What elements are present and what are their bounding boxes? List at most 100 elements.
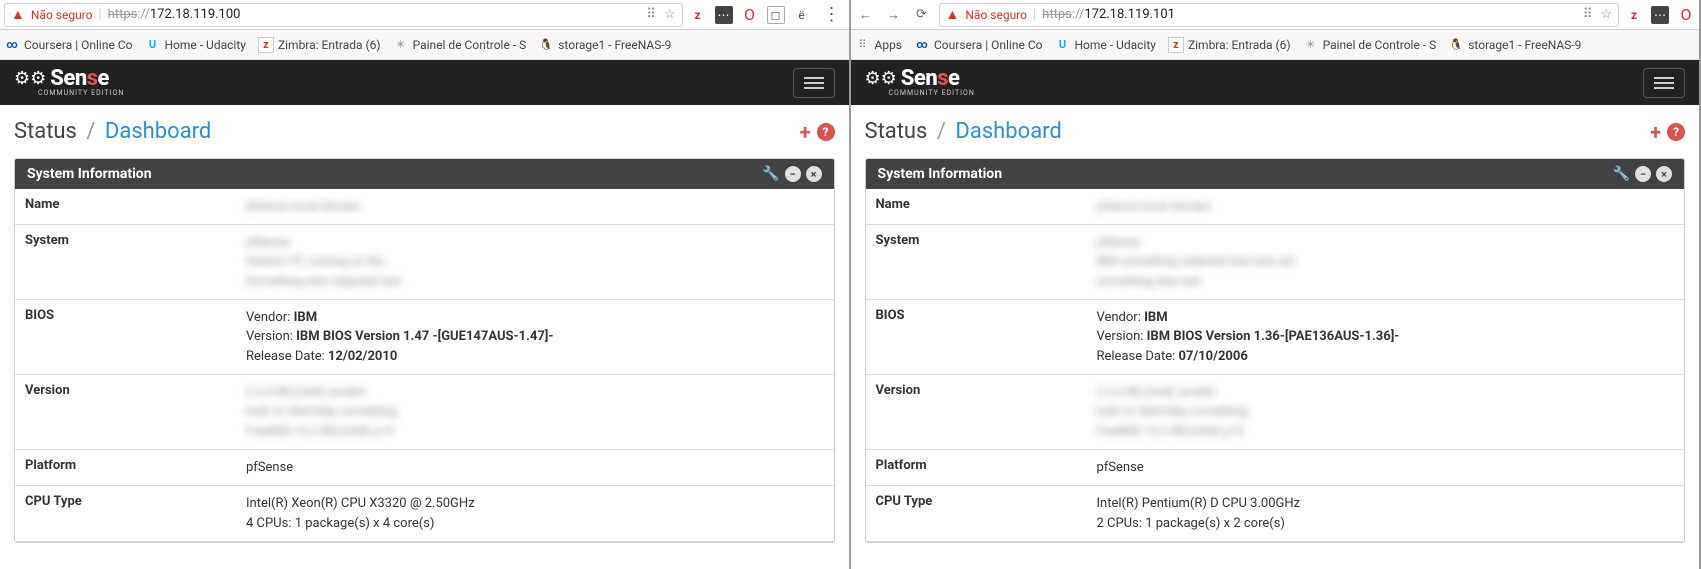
ext-z-icon[interactable]: z [1625, 6, 1643, 24]
url-input[interactable]: ▲Não seguro|https://172.18.119.101⠿☆ [939, 3, 1620, 27]
ext-gnu-icon[interactable]: ë [793, 6, 811, 24]
row-label: System [866, 225, 1087, 300]
bookmark-favicon-icon: U [144, 37, 160, 53]
table-row: BIOSVendor: IBMVersion: IBM BIOS Version… [866, 299, 1685, 375]
system-info-table: Namepfsense local domainSystempfSenseIBM… [866, 189, 1685, 542]
add-widget-button[interactable]: + [1650, 120, 1661, 144]
bookmark-item[interactable]: ✳Painel de Controle - S [393, 37, 527, 53]
bookmark-favicon-icon: z [1168, 37, 1184, 53]
table-row: Version2.3.4 RELEASE amd64built on Wed M… [15, 375, 834, 450]
bookmark-label: Home - Udacity [164, 38, 245, 52]
translate-icon[interactable]: ⠿ [1583, 7, 1593, 22]
minimize-icon[interactable]: − [785, 166, 801, 182]
bookmark-favicon-icon: U [1054, 37, 1070, 53]
nav-back-button[interactable]: ← [855, 4, 877, 26]
bookmark-item[interactable]: 🐧 storage1 - FreeNAS-9 [538, 37, 671, 53]
url-protocol: https [108, 7, 138, 22]
browser-menu-button[interactable]: ⋮ [819, 4, 845, 25]
add-widget-button[interactable]: + [800, 120, 811, 144]
close-icon[interactable]: × [1656, 166, 1672, 182]
bookmark-favicon-icon: ✳ [393, 37, 409, 53]
table-row: PlatformpfSense [866, 449, 1685, 486]
apps-button[interactable]: ⠿Apps [855, 37, 903, 53]
row-value: Intel(R) Xeon(R) CPU X3320 @ 2.50GHz4 CP… [236, 486, 834, 542]
star-icon[interactable]: ☆ [664, 7, 676, 22]
bookmark-item[interactable]: ∞Coursera | Online Co [4, 37, 132, 53]
breadcrumb-active[interactable]: Dashboard [955, 119, 1061, 144]
row-label: BIOS [866, 299, 1087, 375]
table-row: Version2.3.4 RELEASE amd64built on Wed M… [866, 375, 1685, 450]
system-info-panel: System Information 🔧−× Namepfsense local d… [865, 158, 1686, 543]
ext-menu-icon[interactable]: ⋯ [715, 6, 733, 24]
bookmark-label: Coursera | Online Co [934, 38, 1042, 52]
help-button[interactable]: ? [1667, 123, 1685, 141]
table-row: PlatformpfSense [15, 449, 834, 486]
panel-title: System Information [27, 166, 152, 182]
row-label: CPU Type [866, 486, 1087, 542]
ext-opera-icon[interactable]: O [741, 6, 759, 24]
hamburger-menu-button[interactable] [1643, 68, 1685, 98]
table-row: Namepfsense local domain [866, 189, 1685, 225]
page-header: Status / Dashboard+? [14, 119, 835, 144]
ext-z-icon[interactable]: z [689, 6, 707, 24]
bookmark-favicon-icon: ∞ [914, 37, 930, 53]
bookmark-label: Coursera | Online Co [24, 38, 132, 52]
logo-gears-icon: ⚙⚙ [14, 70, 46, 88]
logo-gears-icon: ⚙⚙ [865, 70, 897, 88]
panel-title: System Information [878, 166, 1003, 182]
bookmark-item[interactable]: U Home - Udacity [1054, 37, 1155, 53]
bookmark-label: Home - Udacity [1074, 38, 1155, 52]
hamburger-menu-button[interactable] [793, 68, 835, 98]
ext-opera-icon[interactable]: O [1677, 6, 1695, 24]
warning-triangle-icon: ▲ [946, 6, 960, 23]
row-value: pfSenseGeneric PC running on theSomethin… [236, 225, 834, 300]
insecure-label: Não seguro [965, 8, 1027, 22]
breadcrumb-root[interactable]: Status [865, 119, 928, 144]
bookmark-label: Painel de Controle - S [1323, 38, 1437, 52]
minimize-icon[interactable]: − [1635, 166, 1651, 182]
url-input[interactable]: ▲Não seguro|https://172.18.119.100⠿☆ [4, 3, 683, 27]
pfsense-logo[interactable]: ⚙⚙SenseCOMMUNITY EDITION [865, 68, 975, 97]
app-navbar: ⚙⚙SenseCOMMUNITY EDITION [0, 60, 849, 105]
translate-icon[interactable]: ⠿ [646, 7, 656, 22]
breadcrumb-active[interactable]: Dashboard [105, 119, 211, 144]
breadcrumb: Status / Dashboard [865, 119, 1062, 144]
bookmark-item[interactable]: ∞ Coursera | Online Co [914, 37, 1042, 53]
bookmark-favicon-icon: ✳ [1303, 37, 1319, 53]
bookmark-item[interactable]: ✳ Painel de Controle - S [1303, 37, 1437, 53]
nav-reload-button[interactable]: ⟳ [911, 4, 933, 26]
bookmark-item[interactable]: zZimbra: Entrada (6) [1168, 37, 1291, 53]
ext-square-icon[interactable]: ◻ [767, 6, 785, 24]
wrench-icon[interactable]: 🔧 [762, 166, 779, 182]
nav-forward-button[interactable]: → [883, 4, 905, 26]
bookmark-favicon-icon: 🐧 [538, 37, 554, 53]
table-row: SystempfSenseGeneric PC running on theSo… [15, 225, 834, 300]
bookmark-label: storage1 - FreeNAS-9 [558, 38, 671, 52]
row-value: 2.3.4 RELEASE amd64built on Wed May some… [1086, 375, 1684, 450]
close-icon[interactable]: × [806, 166, 822, 182]
bookmark-item[interactable]: zZimbra: Entrada (6) [258, 37, 381, 53]
row-value: Vendor: IBMVersion: IBM BIOS Version 1.4… [236, 299, 834, 375]
row-label: Version [866, 375, 1087, 450]
row-label: Version [15, 375, 236, 450]
table-row: CPU TypeIntel(R) Pentium(R) D CPU 3.00GH… [866, 486, 1685, 542]
system-info-panel: System Information 🔧−× Namepfsense local d… [14, 158, 835, 543]
bookmark-item[interactable]: 🐧storage1 - FreeNAS-9 [1448, 37, 1581, 53]
wrench-icon[interactable]: 🔧 [1613, 166, 1630, 182]
app-navbar: ⚙⚙SenseCOMMUNITY EDITION [851, 60, 1700, 105]
ext-menu-icon[interactable]: ⋯ [1651, 6, 1669, 24]
bookmark-item[interactable]: U Home - Udacity [144, 37, 245, 53]
row-label: System [15, 225, 236, 300]
breadcrumb-root[interactable]: Status [14, 119, 77, 144]
pfsense-logo[interactable]: ⚙⚙SenseCOMMUNITY EDITION [14, 68, 124, 97]
url-host: 172.18.119.100 [150, 7, 241, 22]
insecure-label: Não seguro [31, 8, 93, 22]
row-value: Vendor: IBMVersion: IBM BIOS Version 1.3… [1086, 299, 1684, 375]
browser-address-bar: ▲Não seguro|https://172.18.119.100⠿☆z⋯O◻… [0, 0, 849, 30]
row-label: Name [15, 189, 236, 225]
star-icon[interactable]: ☆ [1600, 7, 1612, 22]
url-protocol: https [1042, 7, 1072, 22]
bookmark-favicon-icon: z [258, 37, 274, 53]
table-row: Namepfsense local domain [15, 189, 834, 225]
help-button[interactable]: ? [817, 123, 835, 141]
